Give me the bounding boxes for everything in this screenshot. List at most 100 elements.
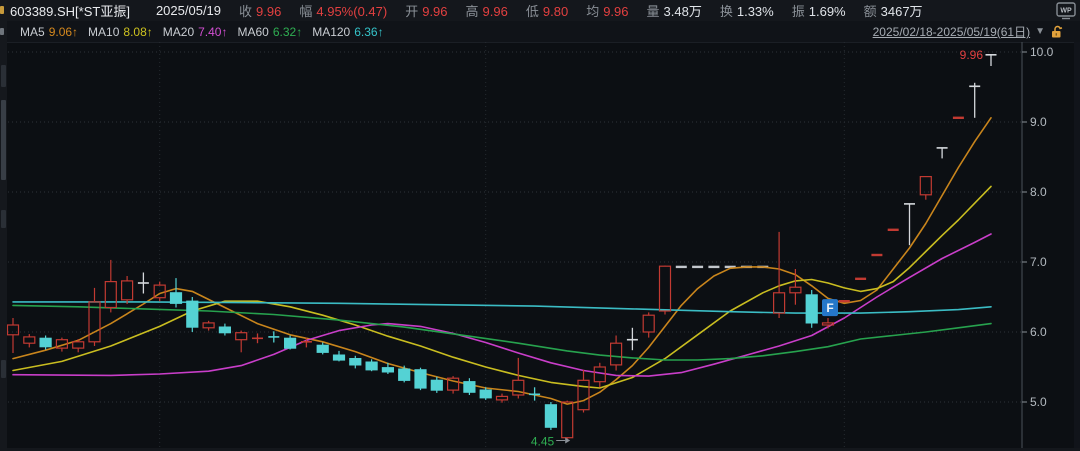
ma-legend-item: MA10 8.08↑ [88,25,153,39]
candle-body [39,337,52,348]
candle-body [332,354,346,361]
candle-body [609,342,623,366]
ma-label: MA5 [20,24,45,39]
ma-legend-item: MA60 6.32↑ [237,25,302,39]
field-value: 1.69% [808,4,846,19]
candle-body [23,336,36,344]
candle-body [577,379,590,411]
ma-value: 8.08↑ [123,24,153,39]
field-label: 均 [586,4,600,19]
quote-fields: 收 9.96 幅 4.95%(0.47) 开 9.96 高 9.96 低 9.80 均 9.96 量 3.… [221,1,923,20]
ma-legend-items: MA5 9.06↑ MA10 8.08↑ MA20 7.40↑ MA60 6.32↑ MA120… [10,25,384,39]
candle-body [104,281,117,309]
candle-body [202,322,215,329]
ma-label: MA10 [88,24,120,39]
candle-body [365,361,378,371]
field-label: 收 [239,4,253,19]
candle-body [561,401,574,439]
candle-body [805,294,818,324]
candle-body [658,265,672,312]
candle-body [593,366,606,383]
quote-header: 603389.SH[*ST亚振] 2025/05/19 收 9.96 幅 4.95%(… [0,0,1080,21]
candle-body [789,286,802,294]
clipped-icon-fragment [0,6,4,14]
quote-field: 振 1.69% [792,4,846,19]
unlock-icon[interactable] [1050,25,1064,39]
field-value: 9.80 [542,4,569,19]
clipped-sidebar-item [1,210,6,228]
field-value: 1.33% [736,4,774,19]
ma-line-ma10 [12,185,992,389]
last-price-label: 9.96 [960,48,984,62]
field-value: 4.95%(0.47) [316,4,388,19]
ma-legend-item: MA5 9.06↑ [20,25,78,39]
wp-icon-text: WP [1060,8,1072,15]
ma-line-ma5 [12,117,992,405]
ma-legend-item: MA120 6.36↑ [312,25,383,39]
ma-value: 7.40↑ [198,24,228,39]
y-axis-label: 10.0 [1030,45,1054,59]
field-value: 9.96 [482,4,508,19]
ma-value: 6.32↑ [272,24,303,39]
ma-label: MA20 [162,24,195,39]
quote-field: 开 9.96 [405,4,447,19]
candle-body [186,300,199,328]
field-label: 换 [719,4,733,19]
kline-chart[interactable]: 10.0 9.0 8.0 7.0 6.0 5.0 9.96 4.45 F [0,42,1080,451]
stock-kline-window: 603389.SH[*ST亚振] 2025/05/19 收 9.96 幅 4.95%(… [0,0,1080,451]
field-label: 量 [646,4,660,19]
candle-body [772,292,786,314]
candle-body [414,369,427,389]
candle-body [235,332,248,341]
field-value: 9.96 [422,4,448,19]
candle-body [544,404,558,428]
y-axis-label: 5.0 [1030,395,1047,409]
clipped-sidebar-item [1,360,6,378]
low-price-label: 4.45 [531,435,555,449]
wp-window-icon[interactable]: WP [1055,2,1077,20]
candle-body [316,344,329,353]
quote-field: 幅 4.95%(0.47) [299,4,387,19]
field-label: 高 [465,4,479,19]
candle-body [6,324,20,336]
field-value: 9.96 [256,4,282,19]
field-label: 低 [525,4,539,19]
field-label: 开 [405,4,419,19]
candle-body [642,314,655,333]
ma-value: 6.36↑ [354,24,384,39]
event-badge-label: F [826,301,833,315]
chevron-down-icon[interactable]: ▼ [1035,26,1045,37]
quote-field: 量 3.48万 [647,4,702,19]
quote-field: 均 9.96 [586,4,628,19]
field-label: 额 [863,4,877,19]
field-value: 9.96 [603,4,629,19]
quote-field: 额 3467万 [864,4,923,19]
candle-body [430,379,443,391]
ma-legend-item: MA20 7.40↑ [163,25,228,39]
candle-body [919,176,932,196]
field-value: 3.48万 [663,4,702,19]
candle-body [218,326,231,334]
clipped-scrollbar-thumb [1,100,6,180]
date-range-link[interactable]: 2025/02/18-2025/05/19(61日) [873,23,1030,40]
clipped-icon-fragment [0,28,4,35]
candle-body [398,368,411,381]
candle-body [463,381,476,393]
y-axis-label: 8.0 [1030,185,1047,199]
quote-date: 2025/05/19 [155,3,222,18]
candle-body [381,367,394,373]
candle-body [479,389,492,399]
left-edge-strip [0,0,7,451]
candle-body [120,280,134,301]
quote-field: 低 9.80 [526,4,568,19]
stock-symbol: 603389.SH[*ST亚振] [10,4,130,19]
y-axis-label: 9.0 [1030,115,1047,129]
clipped-sidebar-item [1,65,6,87]
quote-field: 高 9.96 [466,4,508,19]
y-axis-label: 7.0 [1030,255,1047,269]
field-label: 幅 [299,4,313,19]
ma-value: 9.06↑ [48,24,79,39]
candle-body [284,337,297,349]
candle-body [169,292,183,304]
candle-body [72,341,85,349]
